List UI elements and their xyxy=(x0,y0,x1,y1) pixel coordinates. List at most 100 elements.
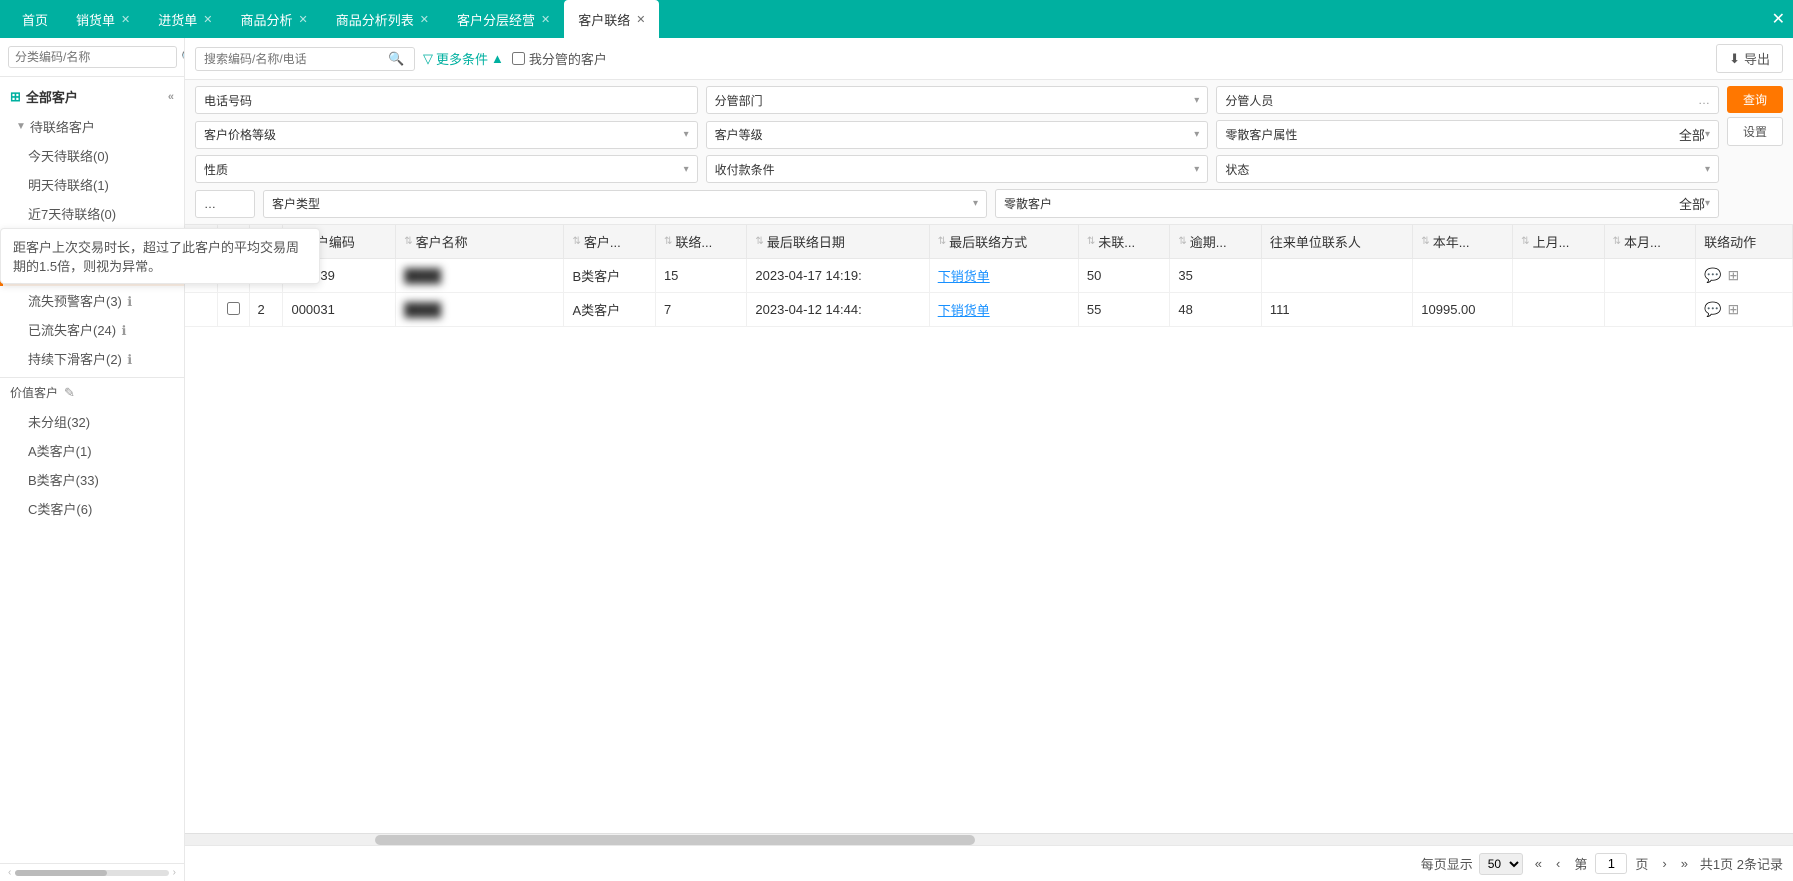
filter-customer-type[interactable]: 客户类型 ▾ xyxy=(263,190,987,218)
sidebar-scroll-right[interactable]: › xyxy=(173,867,176,878)
filter-retail[interactable]: 零散客户 全部 ▾ xyxy=(995,189,1719,218)
last-page-icon[interactable]: » xyxy=(1675,854,1694,873)
nav-item-customer-segment[interactable]: 客户分层经营 ✕ xyxy=(443,0,564,38)
nav-item-home[interactable]: 首页 xyxy=(8,0,62,38)
sidebar-scroll-left[interactable]: ‹ xyxy=(8,867,11,878)
filter-status[interactable]: 状态 ▾ xyxy=(1216,155,1719,183)
filter-phone[interactable]: 电话号码 xyxy=(195,86,698,114)
col-name[interactable]: ⇅ 客户名称 xyxy=(396,225,564,259)
filter-retail-attr[interactable]: 零散客户属性 全部 ▾ xyxy=(1216,120,1719,149)
nav-item-purchase[interactable]: 进货单 ✕ xyxy=(144,0,226,38)
col-this-year[interactable]: ⇅ 本年... xyxy=(1413,225,1513,259)
row2-last-method[interactable]: 下销货单 xyxy=(929,293,1078,327)
sidebar-item-b-class[interactable]: B类客户(33) xyxy=(0,465,184,494)
tooltip-box: 距客户上次交易时长，超过了此客户的平均交易周期的1.5倍，则视为异常。 xyxy=(185,228,320,284)
settings-button[interactable]: 设置 xyxy=(1727,117,1783,146)
query-button[interactable]: 查询 xyxy=(1727,86,1783,113)
close-customer-contact-icon[interactable]: ✕ xyxy=(636,13,645,26)
all-customers-header[interactable]: ⊞ 全部客户 « xyxy=(0,81,184,112)
close-purchase-icon[interactable]: ✕ xyxy=(203,13,212,26)
customer-table: ⚙ # ⇅ 客户编码 xyxy=(185,225,1793,327)
col-last-month[interactable]: ⇅ 上月... xyxy=(1513,225,1604,259)
close-analysis-list-icon[interactable]: ✕ xyxy=(420,13,429,26)
close-sales-icon[interactable]: ✕ xyxy=(121,13,130,26)
sidebar-item-c-class[interactable]: C类客户(6) xyxy=(0,494,184,523)
sidebar-tree: ⊞ 全部客户 « ▼ 待联络客户 今天待联络(0) 明天待联络(1) 近7天待联… xyxy=(0,77,184,863)
sidebar-item-declining[interactable]: 持续下滑客户(2) ℹ xyxy=(0,344,184,373)
sidebar-item-churn-warning[interactable]: 流失预警客户(3) ℹ xyxy=(0,286,184,315)
filter-price-level[interactable]: 客户价格等级 ▾ xyxy=(195,121,698,149)
table-container[interactable]: ⚙ # ⇅ 客户编码 xyxy=(185,225,1793,833)
first-page-icon[interactable]: « xyxy=(1529,854,1548,873)
chevron-price-icon: ▾ xyxy=(684,129,689,140)
content-area: 🔍 ▽ 更多条件 ▲ 我分管的客户 ⬇ 导出 xyxy=(185,38,1793,881)
row1-unit-contact xyxy=(1261,259,1412,293)
table-row: 1 000039 ████ B类客户 15 2023-04-17 14:19: … xyxy=(185,259,1793,293)
sidebar-item-lost[interactable]: 已流失客户(24) ℹ xyxy=(0,315,184,344)
row1-name[interactable]: ████ xyxy=(396,259,564,293)
row2-grid-icon[interactable]: ⊞ xyxy=(1728,301,1740,318)
search-input[interactable] xyxy=(204,52,384,66)
sidebar-group-pending[interactable]: ▼ 待联络客户 xyxy=(0,112,184,141)
col-this-month[interactable]: ⇅ 本月... xyxy=(1604,225,1695,259)
row1-contact: 15 xyxy=(655,259,746,293)
close-analysis-icon[interactable]: ✕ xyxy=(299,13,308,26)
row2-message-icon[interactable]: 💬 xyxy=(1704,301,1721,318)
table-body: 1 000039 ████ B类客户 15 2023-04-17 14:19: … xyxy=(185,259,1793,327)
search-icon[interactable]: 🔍 xyxy=(388,51,404,67)
col-overdue[interactable]: ⇅ 逾期... xyxy=(1170,225,1261,259)
page-input[interactable] xyxy=(1595,853,1627,874)
row1-this-year xyxy=(1413,259,1513,293)
scrollbar-thumb[interactable] xyxy=(375,835,975,845)
col-contact[interactable]: ⇅ 联络... xyxy=(655,225,746,259)
col-last-method[interactable]: ⇅ 最后联络方式 xyxy=(929,225,1078,259)
export-button[interactable]: ⬇ 导出 xyxy=(1716,44,1783,73)
my-customer-checkbox[interactable] xyxy=(512,52,525,65)
edit-icon[interactable]: ✎ xyxy=(64,385,75,401)
col-not-contact[interactable]: ⇅ 未联... xyxy=(1078,225,1169,259)
col-unit-contact[interactable]: 往来单位联系人 xyxy=(1261,225,1412,259)
row2-check[interactable] xyxy=(217,293,249,327)
row2-no: 2 xyxy=(249,293,283,327)
sidebar-item-ungroup[interactable]: 未分组(32) xyxy=(0,407,184,436)
nav-item-customer-contact[interactable]: 客户联络 ✕ xyxy=(564,0,659,38)
nav-item-analysis-list[interactable]: 商品分析列表 ✕ xyxy=(322,0,443,38)
filter-more[interactable]: … xyxy=(195,190,255,218)
per-page-select[interactable]: 50 xyxy=(1479,853,1523,875)
more-conditions-btn[interactable]: ▽ 更多条件 ▲ xyxy=(423,49,504,68)
row1-message-icon[interactable]: 💬 xyxy=(1704,267,1721,284)
sort-type-icon: ⇅ xyxy=(572,236,580,247)
row1-this-month xyxy=(1604,259,1695,293)
next-page-icon[interactable]: › xyxy=(1656,854,1672,873)
sort-overdue-icon: ⇅ xyxy=(1178,236,1186,247)
sidebar-item-today[interactable]: 今天待联络(0) xyxy=(0,141,184,170)
filter-gender[interactable]: 性质 ▾ xyxy=(195,155,698,183)
prev-page-icon[interactable]: ‹ xyxy=(1550,854,1566,873)
col-type[interactable]: ⇅ 客户... xyxy=(564,225,655,259)
nav-item-sales[interactable]: 销货单 ✕ xyxy=(62,0,144,38)
nav-item-analysis[interactable]: 商品分析 ✕ xyxy=(226,0,321,38)
filter-row-1: 电话号码 分管部门 ▾ 分管人员 … xyxy=(195,86,1719,114)
horizontal-scrollbar[interactable] xyxy=(185,833,1793,845)
row2-code[interactable]: 000031 xyxy=(283,293,396,327)
row2-name[interactable]: ████ xyxy=(396,293,564,327)
sidebar-scrollbar xyxy=(15,870,168,876)
filter-person[interactable]: 分管人员 … xyxy=(1216,86,1719,114)
total-records-label: 共1页 2条记录 xyxy=(1700,854,1783,873)
close-customer-segment-icon[interactable]: ✕ xyxy=(541,13,550,26)
row1-last-method[interactable]: 下销货单 xyxy=(929,259,1078,293)
sidebar-item-tomorrow[interactable]: 明天待联络(1) xyxy=(0,170,184,199)
sidebar-search-input[interactable] xyxy=(8,46,177,68)
filter-customer-level[interactable]: 客户等级 ▾ xyxy=(706,121,1209,149)
col-last-date[interactable]: ⇅ 最后联络日期 xyxy=(747,225,929,259)
filter-payment[interactable]: 收付款条件 ▾ xyxy=(706,155,1209,183)
window-close-icon[interactable]: ✕ xyxy=(1772,9,1785,29)
sidebar: 🔍 ⊞ 全部客户 « ▼ 待联络客户 今天待联络(0) 明天待联络(1) 近7天… xyxy=(0,38,185,881)
row2-checkbox[interactable] xyxy=(227,302,240,315)
row1-grid-icon[interactable]: ⊞ xyxy=(1728,267,1740,284)
sidebar-item-a-class[interactable]: A类客户(1) xyxy=(0,436,184,465)
chevron-retail-icon: ▾ xyxy=(1705,198,1710,209)
collapse-icon[interactable]: « xyxy=(168,91,174,103)
filter-dept[interactable]: 分管部门 ▾ xyxy=(706,86,1209,114)
sidebar-item-7days[interactable]: 近7天待联络(0) xyxy=(0,199,184,228)
